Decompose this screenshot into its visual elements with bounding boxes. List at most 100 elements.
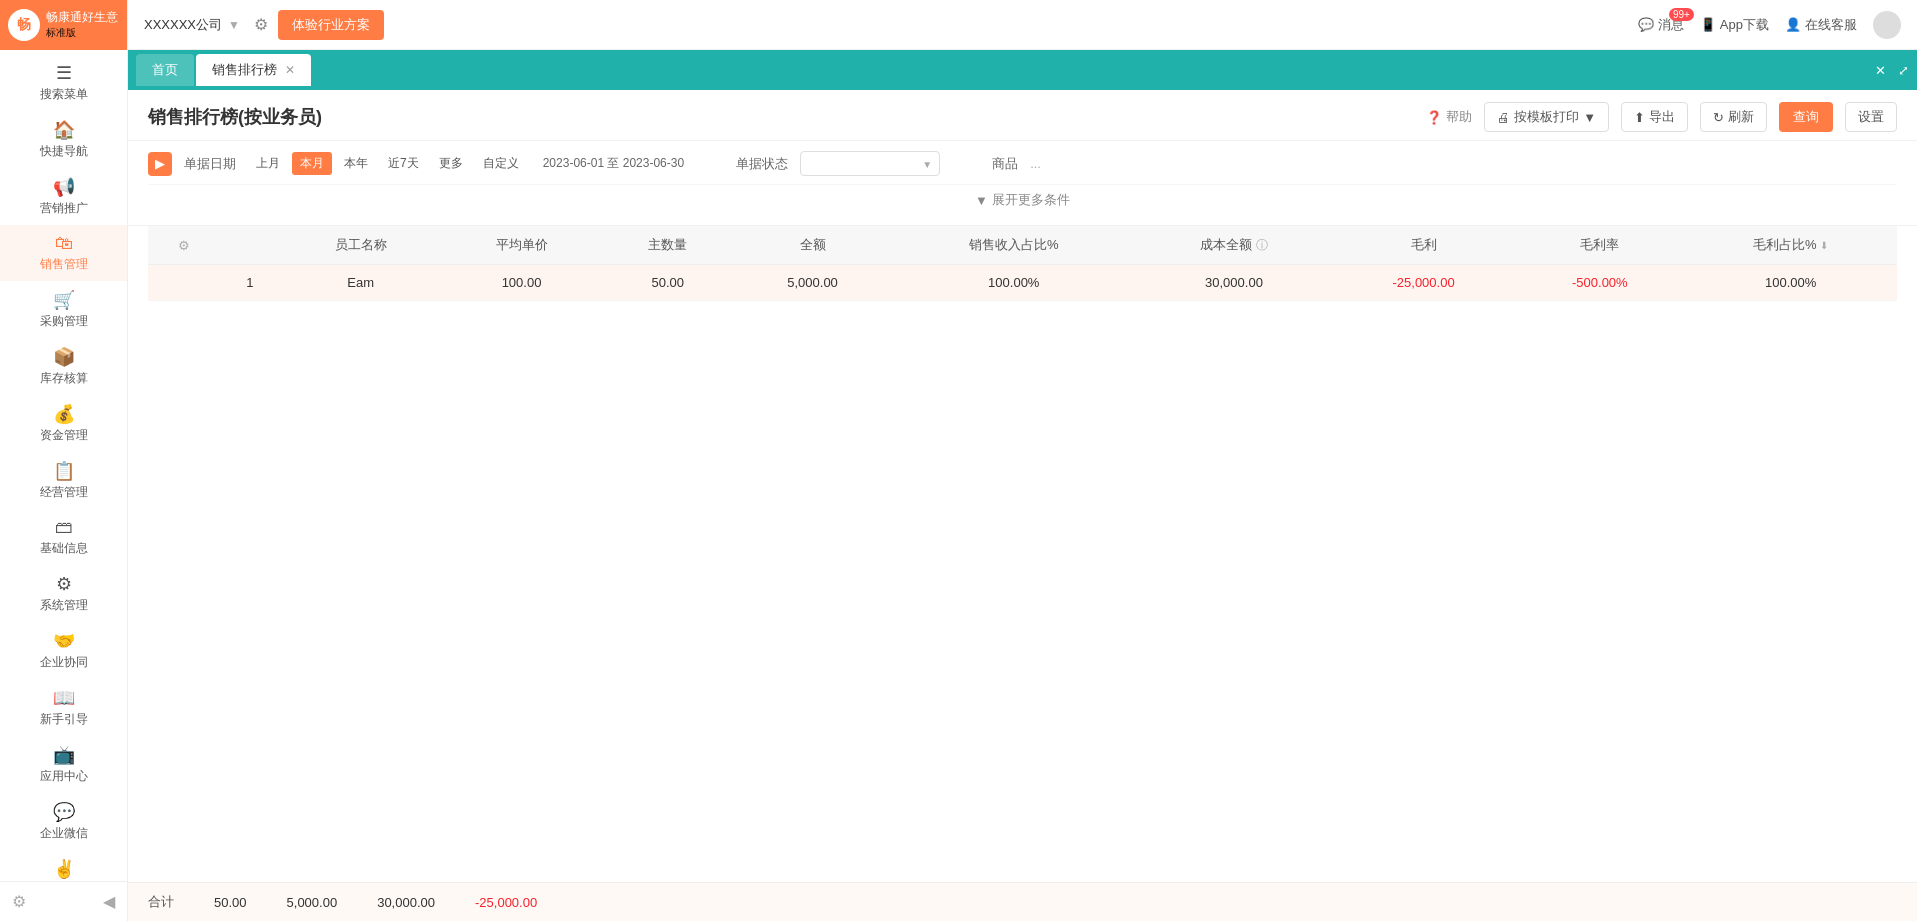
expand-more-btn[interactable]: ▼ 展开更多条件: [975, 191, 1070, 209]
table-area: ⚙ 员工名称 平均单价 主数量 全额 销售收入占比% 成本全额 ⓘ 毛利 毛利率: [128, 226, 1917, 882]
goods-more-btn[interactable]: ...: [1030, 156, 1041, 171]
table-footer: 合计 50.00 5,000.00 30,000.00 -25,000.00: [128, 882, 1917, 921]
sidebar-settings-icon[interactable]: ⚙: [12, 892, 26, 911]
business-icon: 📋: [53, 460, 75, 482]
date-tab-this-month[interactable]: 本月: [292, 152, 332, 175]
guide-icon: 📖: [53, 687, 75, 709]
col-settings[interactable]: ⚙: [148, 226, 219, 265]
date-range: 2023-06-01 至 2023-06-30: [543, 155, 684, 172]
content-header: 销售排行榜(按业务员) ❓ 帮助 🖨 按模板打印 ▼ ⬆ 导出 ↻ 刷新: [128, 90, 1917, 141]
sidebar-item-guide[interactable]: 📖 新手引导: [0, 679, 127, 736]
sales-icon: 🛍: [55, 233, 73, 254]
query-button[interactable]: 查询: [1779, 102, 1833, 132]
page-title: 销售排行榜(按业务员): [148, 105, 322, 129]
sidebar-label: 营销推广: [40, 200, 88, 217]
sidebar-collapse-icon[interactable]: ◀: [103, 892, 115, 911]
sidebar-item-business[interactable]: 📋 经营管理: [0, 452, 127, 509]
sidebar-item-basic-info[interactable]: 🗃 基础信息: [0, 509, 127, 565]
logo-text: 畅康通好生意: [46, 10, 118, 26]
tabbar-right: ✕ ⤢: [1875, 63, 1909, 78]
purchase-icon: 🛒: [53, 289, 75, 311]
sidebar-item-inventory[interactable]: 📦 库存核算: [0, 338, 127, 395]
status-select[interactable]: [800, 151, 940, 176]
date-label: 单据日期: [184, 155, 236, 173]
cost-info-icon[interactable]: ⓘ: [1256, 238, 1268, 252]
sidebar-logo: 畅 畅康通好生意 标准版: [0, 0, 127, 50]
inventory-icon: 📦: [53, 346, 75, 368]
sidebar-label: 新手引导: [40, 711, 88, 728]
refresh-btn[interactable]: ↻ 刷新: [1700, 102, 1767, 132]
sidebar-label: 企业协同: [40, 654, 88, 671]
date-tab-prev-month[interactable]: 上月: [248, 152, 288, 175]
tab-sales-rank[interactable]: 销售排行榜 ✕: [196, 54, 311, 86]
footer-cost: 30,000.00: [377, 895, 435, 910]
sidebar-label: 采购管理: [40, 313, 88, 330]
cell-emp-name: Eam: [280, 265, 441, 301]
col-sales-pct: 销售收入占比%: [891, 226, 1136, 265]
sidebar-item-wechat[interactable]: 💬 企业微信: [0, 793, 127, 850]
app-center-icon: 📺: [53, 744, 75, 766]
sidebar-item-member[interactable]: ✌ 畅会员: [0, 850, 127, 881]
app-download-btn[interactable]: 📱 App下载: [1700, 16, 1769, 34]
settings-btn[interactable]: 设置: [1845, 102, 1897, 132]
export-btn[interactable]: ⬆ 导出: [1621, 102, 1688, 132]
footer-amount: 5,000.00: [287, 895, 338, 910]
cell-amount: 5,000.00: [734, 265, 892, 301]
sidebar-item-enterprise[interactable]: 🤝 企业协同: [0, 622, 127, 679]
sidebar-item-finance[interactable]: 💰 资金管理: [0, 395, 127, 452]
header-actions: ❓ 帮助 🖨 按模板打印 ▼ ⬆ 导出 ↻ 刷新 查询 设置: [1426, 102, 1897, 132]
print-icon: 🖨: [1497, 110, 1510, 125]
expand-row: ▼ 展开更多条件: [148, 184, 1897, 215]
sidebar-label: 资金管理: [40, 427, 88, 444]
topbar: XXXXXX公司 ▼ ⚙ 体验行业方案 💬 消息 99+ 📱 App下载 👤 在…: [128, 0, 1917, 50]
date-tab-last7[interactable]: 近7天: [380, 152, 427, 175]
sidebar-item-search-order[interactable]: ☰ 搜索菜单: [0, 54, 127, 111]
tabbar: 首页 销售排行榜 ✕ ✕ ⤢: [128, 50, 1917, 90]
sidebar-item-system[interactable]: ⚙ 系统管理: [0, 565, 127, 622]
search-order-icon: ☰: [56, 62, 72, 84]
basic-info-icon: 🗃: [55, 517, 73, 538]
topbar-right: 💬 消息 99+ 📱 App下载 👤 在线客服: [1638, 11, 1901, 39]
goods-label: 商品: [992, 155, 1018, 173]
user-avatar[interactable]: [1873, 11, 1901, 39]
table-settings-icon[interactable]: ⚙: [178, 238, 190, 253]
marketing-icon: 📢: [53, 176, 75, 198]
help-btn[interactable]: ❓ 帮助: [1426, 108, 1472, 126]
gross-pct-sort-icon[interactable]: ⬇: [1820, 240, 1828, 251]
company-selector[interactable]: XXXXXX公司 ▼: [144, 16, 240, 34]
date-tab-more[interactable]: 更多: [431, 152, 471, 175]
member-icon: ✌: [53, 858, 75, 880]
tab-close-all-icon[interactable]: ✕: [1875, 63, 1886, 78]
sidebar-item-app-center[interactable]: 📺 应用中心: [0, 736, 127, 793]
tab-home[interactable]: 首页: [136, 54, 194, 86]
company-dropdown-icon: ▼: [228, 18, 240, 32]
cell-cost: 30,000.00: [1136, 265, 1332, 301]
sidebar-label: 经营管理: [40, 484, 88, 501]
date-tab-custom[interactable]: 自定义: [475, 152, 527, 175]
tab-close-icon[interactable]: ✕: [285, 63, 295, 77]
status-label: 单据状态: [736, 155, 788, 173]
online-service-btn[interactable]: 👤 在线客服: [1785, 16, 1857, 34]
export-icon: ⬆: [1634, 110, 1645, 125]
col-gross: 毛利: [1332, 226, 1516, 265]
logo-icon: 畅: [8, 9, 40, 41]
finance-icon: 💰: [53, 403, 75, 425]
expand-down-icon: ▼: [975, 193, 988, 208]
main-area: XXXXXX公司 ▼ ⚙ 体验行业方案 💬 消息 99+ 📱 App下载 👤 在…: [128, 0, 1917, 921]
template-print-btn[interactable]: 🖨 按模板打印 ▼: [1484, 102, 1609, 132]
col-gross-rate: 毛利率: [1515, 226, 1684, 265]
help-label: 帮助: [1446, 108, 1472, 126]
sidebar-label: 基础信息: [40, 540, 88, 557]
tab-maximize-icon[interactable]: ⤢: [1898, 63, 1909, 78]
topbar-settings-icon[interactable]: ⚙: [254, 15, 268, 34]
sidebar-label: 库存核算: [40, 370, 88, 387]
sidebar-item-sales[interactable]: 🛍 销售管理: [0, 225, 127, 281]
sidebar-item-marketing[interactable]: 📢 营销推广: [0, 168, 127, 225]
filter-bar: ▶ 单据日期 上月 本月 本年 近7天 更多 自定义 2023-06-01 至 …: [128, 141, 1917, 226]
trial-button[interactable]: 体验行业方案: [278, 10, 384, 40]
sidebar-item-quick-nav[interactable]: 🏠 快捷导航: [0, 111, 127, 168]
sidebar-item-purchase[interactable]: 🛒 采购管理: [0, 281, 127, 338]
date-tab-this-year[interactable]: 本年: [336, 152, 376, 175]
message-btn[interactable]: 💬 消息 99+: [1638, 16, 1684, 34]
filter-toggle-btn[interactable]: ▶: [148, 152, 172, 176]
